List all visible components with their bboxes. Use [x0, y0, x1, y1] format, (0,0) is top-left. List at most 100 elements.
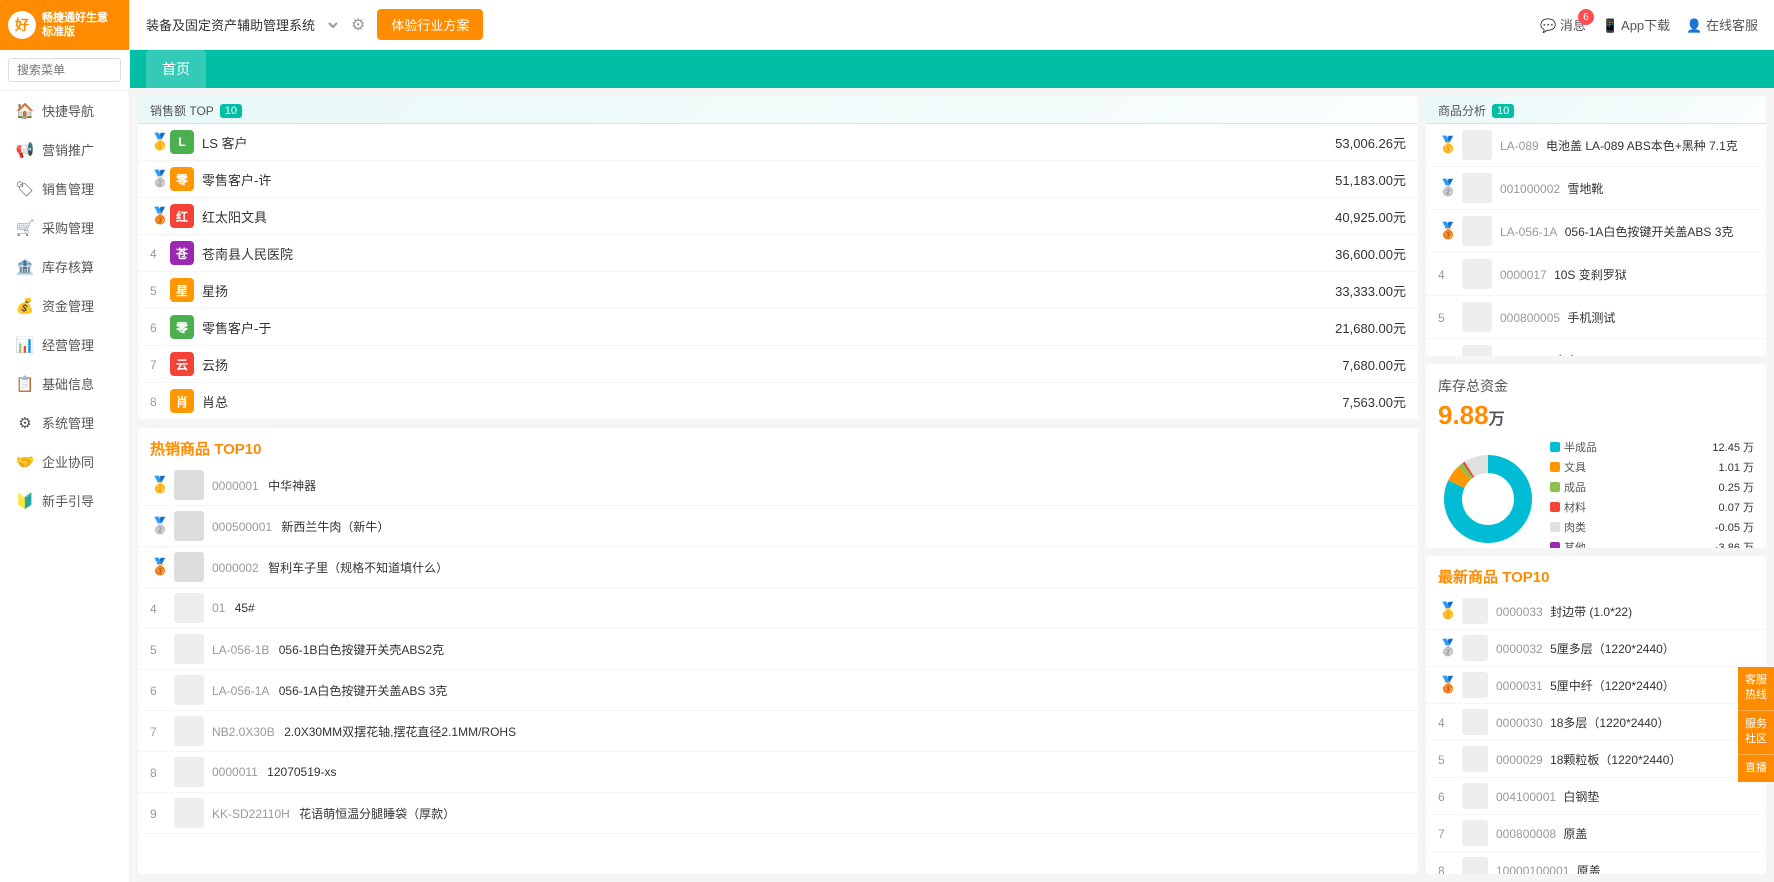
sidebar-item-guide[interactable]: 🔰新手引导: [0, 481, 129, 520]
new-medal-6: 7: [1438, 826, 1462, 841]
top-product-right-row: 5 000800005 手机测试: [1426, 296, 1766, 339]
legend-val-1: 1.01 万: [1719, 459, 1754, 475]
sidebar-item-finance[interactable]: 💰 资金管理: [0, 286, 129, 325]
legend-val-4: -0.05 万: [1715, 519, 1754, 535]
main-area: 装备及固定资产辅助管理系统 ⚙ 体验行业方案 💬 消息 6 📱 App下载 👤 …: [130, 0, 1774, 882]
legend-val-5: -3.86 万: [1715, 539, 1754, 548]
tpr-medal-0: 🥇: [1438, 135, 1462, 155]
float-btn-2[interactable]: 直播: [1738, 755, 1774, 782]
product-img-1: [174, 511, 204, 541]
product-info-6: NB2.0X30B 2.0X30MM双摆花轴,摆花直径2.1MM/ROHS: [212, 723, 1406, 740]
product-info-0: 0000001 中华神器: [212, 477, 1406, 494]
customer-rank-row: 5 星 星扬 33,333.00元: [138, 272, 1418, 309]
tab-home[interactable]: 首页: [146, 50, 206, 88]
new-product-row: 6 004100001 白钢垫: [1426, 778, 1766, 815]
search-input[interactable]: [8, 58, 121, 82]
legend-dot-5: [1550, 542, 1560, 548]
sidebar-item-sales[interactable]: 🏷销售管理: [0, 169, 129, 208]
product-img-8: [174, 798, 204, 828]
tpr-img-3: [1462, 259, 1492, 289]
medal-silver-icon: 🥈: [150, 518, 170, 535]
sidebar-item-system[interactable]: ⚙系统管理: [0, 403, 129, 442]
nav-label-operations: 经营管理: [42, 335, 94, 354]
tpr-info-5: 0000021 夹壳: [1500, 352, 1754, 357]
nav-label-inventory: 库存核算: [42, 257, 94, 276]
rank-amount-0: 53,006.26元: [1335, 133, 1406, 152]
new-img-7: [1462, 857, 1488, 874]
hot-product-row: 7 NB2.0X30B 2.0X30MM双摆花轴,摆花直径2.1MM/ROHS: [138, 711, 1418, 752]
legend-dot-1: [1550, 462, 1560, 472]
product-info-3: 01 45#: [212, 601, 1406, 615]
legend-item-1: 文具 1.01 万: [1550, 459, 1754, 475]
customer-ranking-card: 销售额 TOP 10 🥇 L LS 客户 53,006.26元 🥈 零 零售客户…: [138, 96, 1418, 420]
new-product-row: 🥇 0000033 封边带 (1.0*22): [1426, 593, 1766, 630]
tpr-medal-5: 6: [1438, 353, 1462, 357]
medal-gold-icon: 🥇: [150, 477, 170, 494]
new-product-rows: 🥇 0000033 封边带 (1.0*22) 🥈 0000032 5厘多层（12…: [1426, 593, 1766, 874]
gear-icon[interactable]: ⚙: [351, 15, 365, 35]
product-medal-0: 🥇: [150, 475, 174, 495]
product-img-4: [174, 634, 204, 664]
new-info-3: 0000030 18多层（1220*2440）: [1496, 714, 1754, 731]
legend-dot-3: [1550, 502, 1560, 512]
product-medal-6: 7: [150, 724, 174, 739]
medal-bronze-icon: 🥉: [1438, 677, 1458, 694]
customer-rank-row: 4 苍 苍南县人民医院 36,600.00元: [138, 235, 1418, 272]
sidebar: 好 畅捷通好生意 标准版 🏠快捷导航📢营销推广🏷销售管理🛒采购管理🏦库存核算💰资…: [0, 0, 130, 882]
online-service[interactable]: 👤 在线客服: [1686, 15, 1758, 34]
experience-button[interactable]: 体验行业方案: [377, 9, 483, 40]
product-rank: 7: [150, 725, 157, 739]
inventory-legend: 半成品 12.45 万 文具 1.01 万 成品 0.25 万 材料 0.07 …: [1550, 439, 1754, 548]
app-download[interactable]: 📱 App下载: [1602, 15, 1670, 34]
nav-label-marketing: 营销推广: [42, 140, 94, 159]
rank-avatar-4: 星: [170, 278, 194, 302]
rank-medal-0: 🥇: [150, 132, 170, 152]
new-img-1: [1462, 635, 1488, 661]
nav-icon-purchase: 🛒: [16, 219, 34, 237]
rank-medal-6: 7: [150, 357, 170, 372]
rank-amount-6: 7,680.00元: [1342, 355, 1406, 374]
rank-medal-1: 🥈: [150, 169, 170, 189]
hot-product-row: 6 LA-056-1A 056-1A白色按键开关盖ABS 3克: [138, 670, 1418, 711]
tpr-rank: 5: [1438, 311, 1445, 325]
float-btn-1[interactable]: 服务社区: [1738, 711, 1774, 755]
legend-dot-4: [1550, 522, 1560, 532]
rank-num: 6: [150, 321, 157, 335]
dropdown-arrow[interactable]: [327, 19, 339, 31]
sidebar-item-base[interactable]: 📋基础信息: [0, 364, 129, 403]
medal-gold-icon: 🥇: [1438, 603, 1458, 620]
sidebar-item-marketing[interactable]: 📢营销推广: [0, 130, 129, 169]
rank-num: 7: [150, 358, 157, 372]
hot-product-row: 5 LA-056-1B 056-1B白色按键开关壳ABS2克: [138, 629, 1418, 670]
sidebar-item-purchase[interactable]: 🛒采购管理: [0, 208, 129, 247]
new-info-2: 0000031 5厘中纤（1220*2440）: [1496, 677, 1754, 694]
legend-dot-2: [1550, 482, 1560, 492]
message-wrap[interactable]: 💬 消息 6: [1540, 15, 1586, 34]
nav-label-sales: 销售管理: [42, 179, 94, 198]
new-info-7: 10000100001 原盖: [1496, 862, 1754, 874]
tpr-info-3: 0000017 10S 变刹罗狱: [1500, 266, 1754, 283]
new-medal-3: 4: [1438, 715, 1462, 730]
nav-icon-finance: 💰: [16, 297, 34, 315]
hot-product-row: 🥉 0000002 智利车子里（规格不知道填什么）: [138, 547, 1418, 588]
legend-label-0: 半成品: [1564, 439, 1708, 455]
rank-avatar-7: 肖: [170, 389, 194, 413]
new-medal-1: 🥈: [1438, 638, 1462, 658]
rank-avatar-6: 云: [170, 352, 194, 376]
product-img-7: [174, 757, 204, 787]
sidebar-item-home[interactable]: 🏠快捷导航: [0, 91, 129, 130]
sidebar-item-operations[interactable]: 📊 经营管理: [0, 325, 129, 364]
sidebar-item-inventory[interactable]: 🏦库存核算: [0, 247, 129, 286]
product-img-0: [174, 470, 204, 500]
sidebar-item-collab[interactable]: 🤝企业协同: [0, 442, 129, 481]
legend-item-3: 材料 0.07 万: [1550, 499, 1754, 515]
nav-label-finance: 资金管理: [42, 296, 94, 315]
hot-product-rows: 🥇 0000001 中华神器 🥈 000500001 新西兰牛肉（新牛） 🥉 0…: [138, 465, 1418, 874]
legend-label-4: 肉类: [1564, 519, 1711, 535]
float-btn-0[interactable]: 客服热线: [1738, 667, 1774, 711]
legend-val-0: 12.45 万: [1712, 439, 1754, 455]
nav-icon-operations: 📊: [16, 336, 34, 354]
customer-rows: 🥇 L LS 客户 53,006.26元 🥈 零 零售客户-许 51,183.0…: [138, 124, 1418, 420]
rank-name-6: 云扬: [202, 355, 1342, 374]
rank-amount-2: 40,925.00元: [1335, 207, 1406, 226]
